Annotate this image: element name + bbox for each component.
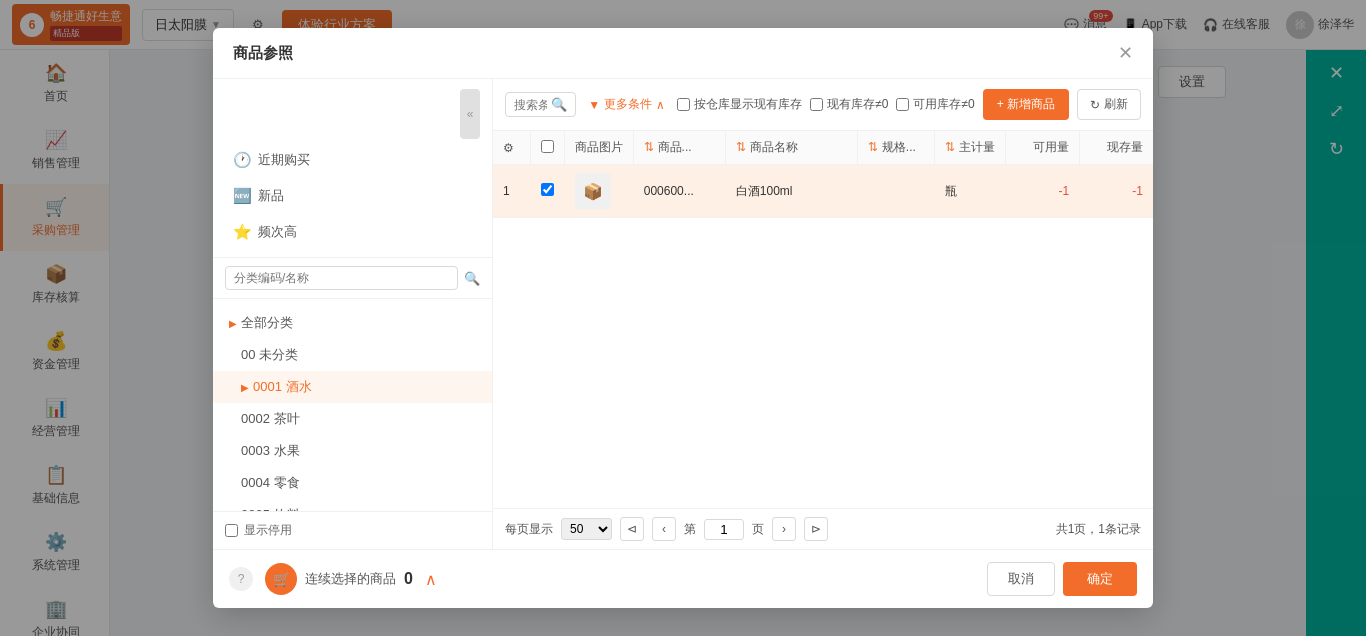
modal-title: 商品参照	[233, 44, 293, 63]
table-settings-icon[interactable]: ⚙	[503, 141, 514, 155]
modal-overlay: 商品参照 ✕ « 🕐 近期购买 🆕 新品	[0, 0, 1366, 636]
modal-body: « 🕐 近期购买 🆕 新品 ⭐ 频次高	[213, 79, 1153, 549]
row-img: 📦	[565, 165, 634, 218]
category-search-icon[interactable]: 🔍	[464, 271, 480, 286]
th-product-code[interactable]: ⇅ 商品...	[634, 131, 726, 165]
cat-arrow-liquor: ▶	[241, 382, 249, 393]
th-settings: ⚙	[493, 131, 531, 165]
category-search: 🔍	[213, 258, 492, 299]
product-ref-modal: 商品参照 ✕ « 🕐 近期购买 🆕 新品	[213, 28, 1153, 608]
cancel-button[interactable]: 取消	[987, 562, 1055, 596]
new-icon: 🆕	[233, 187, 252, 205]
checkbox-avail-ne0[interactable]: 可用库存≠0	[896, 96, 974, 113]
row-name: 白酒100ml	[726, 165, 858, 218]
quick-high-freq[interactable]: ⭐ 频次高	[225, 217, 480, 247]
sort-icon: ⇅	[644, 140, 654, 154]
th-product-name[interactable]: ⇅ 商品名称	[726, 131, 858, 165]
search-input[interactable]	[514, 98, 547, 112]
modal-close-icon[interactable]: ✕	[1118, 42, 1133, 64]
pagination-bar: 每页显示 10 20 50 100 ⊲ ‹ 第 页 › ⊳ 共1页，1条记录	[493, 508, 1153, 549]
show-disabled-section: 显示停用	[213, 511, 492, 549]
stock-ne0-checkbox[interactable]	[810, 98, 823, 111]
cat-item-liquor[interactable]: ▶ 0001 酒水	[213, 371, 492, 403]
category-list: ▶ 全部分类 00 未分类 ▶ 0001 酒水 0002 茶叶 0003 水果	[213, 299, 492, 511]
row-checkbox[interactable]	[531, 165, 565, 218]
th-product-img: 商品图片	[565, 131, 634, 165]
cat-item-all[interactable]: ▶ 全部分类	[213, 307, 492, 339]
refresh-icon: ↻	[1090, 98, 1100, 112]
quick-items-section: « 🕐 近期购买 🆕 新品 ⭐ 频次高	[213, 79, 492, 258]
sort-icon4: ⇅	[945, 140, 955, 154]
page-next-button[interactable]: ›	[772, 517, 796, 541]
page-number-input[interactable]	[704, 519, 744, 540]
sort-icon3: ⇅	[868, 140, 878, 154]
th-unit[interactable]: ⇅ 主计量	[935, 131, 1005, 165]
checkbox-stock-ne0[interactable]: 现有库存≠0	[810, 96, 888, 113]
row-code: 000600...	[634, 165, 726, 218]
row-unit: 瓶	[935, 165, 1005, 218]
modal-footer: ? 🛒 连续选择的商品 0 ∧ 取消 确定	[213, 549, 1153, 608]
th-stock: 现存量	[1079, 131, 1153, 165]
table-row[interactable]: 1 📦 000600... 白酒100ml 瓶	[493, 165, 1153, 218]
help-icon[interactable]: ?	[229, 567, 253, 591]
page-size-select[interactable]: 10 20 50 100	[561, 518, 612, 540]
quick-recent-purchase[interactable]: 🕐 近期购买	[225, 145, 480, 175]
row-select-checkbox[interactable]	[541, 183, 554, 196]
star-icon: ⭐	[233, 223, 252, 241]
refresh-button[interactable]: ↻ 刷新	[1077, 89, 1141, 120]
collapse-panel-icon[interactable]: «	[460, 89, 480, 139]
product-image: 📦	[575, 173, 611, 209]
checkbox-warehouse[interactable]: 按仓库显示现有库存	[677, 96, 802, 113]
table-container: ⚙ 商品图片 ⇅ 商品...	[493, 131, 1153, 508]
avail-ne0-checkbox[interactable]	[896, 98, 909, 111]
warehouse-checkbox[interactable]	[677, 98, 690, 111]
page-first-button[interactable]: ⊲	[620, 517, 644, 541]
confirm-button[interactable]: 确定	[1063, 562, 1137, 596]
cart-section: 🛒 连续选择的商品 0	[265, 563, 413, 595]
cat-item-beverage[interactable]: 0005 饮料	[213, 499, 492, 511]
select-all-checkbox[interactable]	[541, 140, 554, 153]
row-avail: -1	[1005, 165, 1079, 218]
add-product-button[interactable]: + 新增商品	[983, 89, 1069, 120]
row-spec	[858, 165, 935, 218]
cat-arrow-all: ▶	[229, 318, 237, 329]
filter-button[interactable]: ▼ 更多条件 ∧	[584, 92, 669, 117]
page-prev-button[interactable]: ‹	[652, 517, 676, 541]
filter-icon: ▼	[588, 98, 600, 112]
cart-icon[interactable]: 🛒	[265, 563, 297, 595]
cat-item-snack[interactable]: 0004 零食	[213, 467, 492, 499]
cart-collapse-icon[interactable]: ∧	[425, 570, 437, 589]
cat-item-fruit[interactable]: 0003 水果	[213, 435, 492, 467]
page-last-button[interactable]: ⊳	[804, 517, 828, 541]
row-stock: -1	[1079, 165, 1153, 218]
category-search-input[interactable]	[225, 266, 458, 290]
table-panel: 🔍 ▼ 更多条件 ∧ 按仓库显示现有库存 现有库存≠0	[493, 79, 1153, 549]
cat-item-tea[interactable]: 0002 茶叶	[213, 403, 492, 435]
quick-new-product[interactable]: 🆕 新品	[225, 181, 480, 211]
category-panel: « 🕐 近期购买 🆕 新品 ⭐ 频次高	[213, 79, 493, 549]
th-spec[interactable]: ⇅ 规格...	[858, 131, 935, 165]
th-avail: 可用量	[1005, 131, 1079, 165]
table-toolbar: 🔍 ▼ 更多条件 ∧ 按仓库显示现有库存 现有库存≠0	[493, 79, 1153, 131]
modal-header: 商品参照 ✕	[213, 28, 1153, 79]
row-no: 1	[493, 165, 531, 218]
table-header-row: ⚙ 商品图片 ⇅ 商品...	[493, 131, 1153, 165]
product-table: ⚙ 商品图片 ⇅ 商品...	[493, 131, 1153, 218]
search-box: 🔍	[505, 92, 576, 117]
clock-icon: 🕐	[233, 151, 252, 169]
th-checkbox	[531, 131, 565, 165]
sort-icon2: ⇅	[736, 140, 746, 154]
cat-item-uncategorized[interactable]: 00 未分类	[213, 339, 492, 371]
search-icon[interactable]: 🔍	[551, 97, 567, 112]
toolbar-right: + 新增商品 ↻ 刷新	[983, 89, 1141, 120]
footer-buttons: 取消 确定	[987, 562, 1137, 596]
show-disabled-checkbox[interactable]	[225, 524, 238, 537]
